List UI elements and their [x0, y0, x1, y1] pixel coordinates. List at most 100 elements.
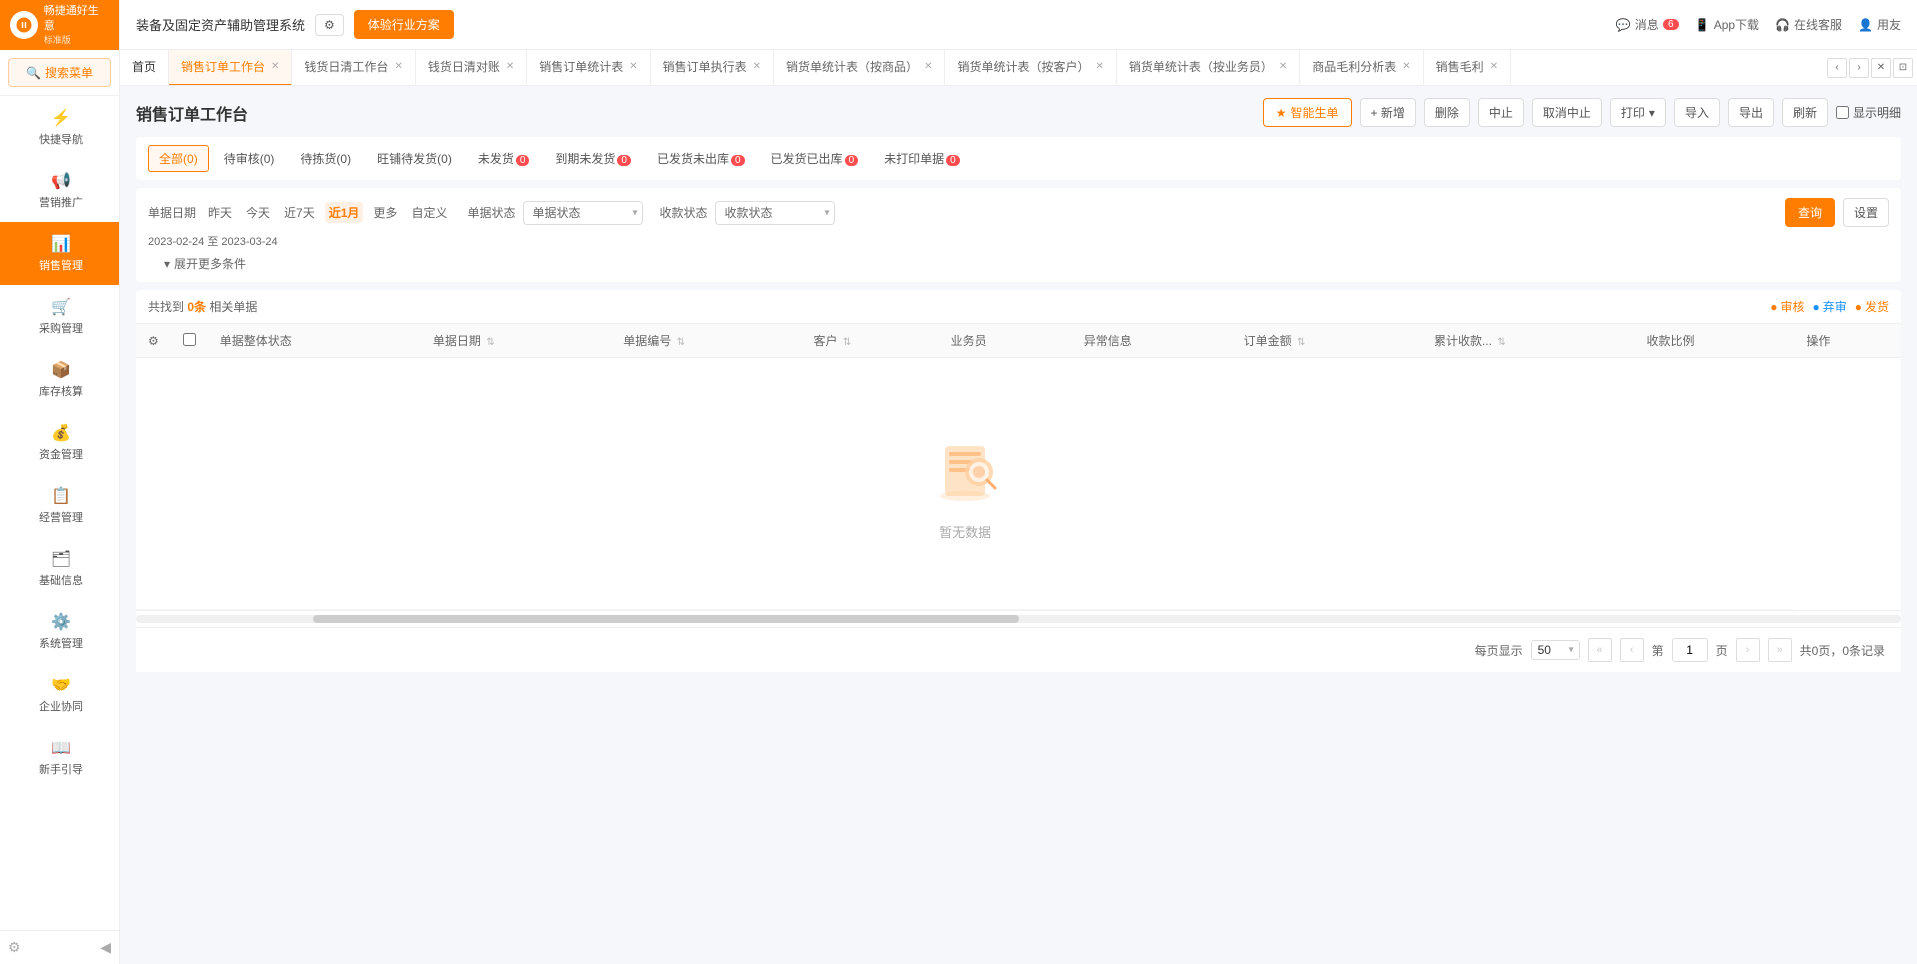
date-today[interactable]: 今天 [242, 202, 274, 223]
filter-tab-shipped-not-out[interactable]: 已发货未出库0 [646, 145, 756, 172]
settings-button[interactable]: ⚙ [8, 939, 21, 956]
horizontal-scrollbar[interactable] [136, 610, 1901, 627]
sidebar-item-quick-nav[interactable]: ⚡ 快捷导航 [0, 96, 119, 159]
filter-tab-expired-not-shipped[interactable]: 到期未发货0 [544, 145, 642, 172]
filter-tab-not-printed[interactable]: 未打印单据0 [873, 145, 971, 172]
close-sales-stats-product-tab[interactable]: ✕ [924, 62, 932, 72]
tab-cash-reconcile[interactable]: 钱货日清对账 ✕ [416, 50, 527, 86]
smart-create-button[interactable]: ★ 智能生单 [1263, 98, 1352, 127]
th-collected[interactable]: 累计收款... ⇅ [1422, 324, 1635, 358]
tab-expand[interactable]: ⊡ [1893, 58, 1913, 78]
messages-button[interactable]: 💬 消息 6 [1616, 16, 1679, 33]
app-download-button[interactable]: 📱 App下载 [1695, 16, 1759, 33]
tab-sales-exec[interactable]: 销售订单执行表 ✕ [651, 50, 774, 86]
cancel-audit-quick-button[interactable]: ● 弃审 [1812, 298, 1846, 315]
tab-scroll-right[interactable]: › [1849, 58, 1869, 78]
add-button[interactable]: + 新增 [1360, 98, 1416, 127]
close-cash-daily-tab[interactable]: ✕ [394, 62, 402, 72]
tab-sales-stats[interactable]: 销售订单统计表 ✕ [527, 50, 650, 86]
stop-button[interactable]: 中止 [1478, 98, 1524, 127]
date-yesterday[interactable]: 昨天 [204, 202, 236, 223]
select-all-checkbox[interactable] [183, 333, 196, 346]
tab-close-all[interactable]: ✕ [1871, 58, 1891, 78]
th-settings[interactable]: ⚙ [136, 324, 171, 358]
export-button[interactable]: 导出 [1728, 98, 1774, 127]
sidebar-item-sales[interactable]: 📊 销售管理 [0, 222, 119, 285]
close-cash-reconcile-tab[interactable]: ✕ [506, 62, 514, 72]
filter-tab-wangpu[interactable]: 旺铺待发货(0) [366, 145, 463, 172]
filter-tab-pending-inspect[interactable]: 待拣货(0) [289, 145, 362, 172]
search-button[interactable]: 查询 [1785, 198, 1835, 227]
tab-sales-workbench[interactable]: 销售订单工作台 ✕ [169, 50, 292, 86]
close-sales-exec-tab[interactable]: ✕ [753, 62, 761, 72]
last-page-button[interactable]: » [1768, 638, 1792, 662]
th-amount[interactable]: 订单金额 ⇅ [1232, 324, 1422, 358]
date-more[interactable]: 更多 [369, 202, 401, 223]
user-menu-button[interactable]: 👤 用友 [1858, 16, 1901, 33]
close-sales-stats-staff-tab[interactable]: ✕ [1279, 62, 1287, 72]
ship-quick-button[interactable]: ● 发货 [1855, 298, 1889, 315]
sidebar-item-cooperation[interactable]: 🤝 企业协同 [0, 663, 119, 726]
sidebar-item-guide[interactable]: 📖 新手引导 [0, 726, 119, 789]
collapse-sidebar-button[interactable]: ◀ [100, 939, 111, 956]
import-button[interactable]: 导入 [1674, 98, 1720, 127]
audit-quick-button[interactable]: ● 审核 [1770, 298, 1804, 315]
prev-page-button[interactable]: ‹ [1620, 638, 1644, 662]
online-service-button[interactable]: 🎧 在线客服 [1775, 16, 1842, 33]
first-page-button[interactable]: « [1588, 638, 1612, 662]
th-staff[interactable]: 业务员 [939, 324, 1072, 358]
status-select[interactable]: 单据状态 [523, 201, 643, 225]
empty-state: 暂无数据 [148, 366, 1782, 601]
tab-cash-daily[interactable]: 钱货日清工作台 ✕ [292, 50, 415, 86]
page-size-select[interactable]: 50 20 100 [1531, 640, 1580, 660]
next-page-button[interactable]: › [1736, 638, 1760, 662]
page-number-input[interactable] [1672, 638, 1708, 662]
sidebar-item-marketing[interactable]: 📢 营销推广 [0, 159, 119, 222]
date-1month[interactable]: 近1月 [325, 202, 364, 223]
th-number[interactable]: 单据编号 ⇅ [611, 324, 801, 358]
reset-button[interactable]: 设置 [1843, 198, 1889, 227]
show-detail-input[interactable] [1836, 106, 1849, 119]
filter-tab-shipped-out[interactable]: 已发货已出库0 [760, 145, 870, 172]
th-date[interactable]: 单据日期 ⇅ [421, 324, 611, 358]
close-sales-stats-tab[interactable]: ✕ [629, 62, 637, 72]
sort-date-icon: ⇅ [486, 337, 494, 348]
tab-sales-stats-product[interactable]: 销货单统计表（按商品） ✕ [774, 50, 945, 86]
sort-collected-icon: ⇅ [1497, 337, 1505, 348]
filter-tab-pending-audit[interactable]: 待审核(0) [213, 145, 286, 172]
filter-tab-all[interactable]: 全部(0) [148, 145, 209, 172]
sidebar-item-basic-info[interactable]: 🗂 基础信息 [0, 537, 119, 600]
refresh-button[interactable]: 刷新 [1782, 98, 1828, 127]
tab-scroll-left[interactable]: ‹ [1827, 58, 1847, 78]
close-sales-gross-tab[interactable]: ✕ [1490, 62, 1498, 72]
cancel-stop-button[interactable]: 取消中止 [1532, 98, 1602, 127]
payment-select[interactable]: 收款状态 [715, 201, 835, 225]
tab-sales-stats-customer[interactable]: 销货单统计表（按客户） ✕ [945, 50, 1116, 86]
sidebar-item-system[interactable]: ⚙️ 系统管理 [0, 600, 119, 663]
th-checkbox[interactable] [171, 324, 208, 358]
sidebar-item-purchase[interactable]: 🛒 采购管理 [0, 285, 119, 348]
search-menu-button[interactable]: 🔍 搜索菜单 [8, 58, 111, 87]
system-settings-button[interactable]: ⚙ [315, 14, 344, 36]
expand-conditions-button[interactable]: ▾ 展开更多条件 [164, 255, 1889, 272]
th-customer[interactable]: 客户 ⇅ [802, 324, 939, 358]
sidebar-item-inventory[interactable]: 📦 库存核算 [0, 348, 119, 411]
tab-home[interactable]: 首页 [120, 50, 169, 86]
filter-tab-not-shipped[interactable]: 未发货0 [467, 145, 541, 172]
sidebar-item-operations[interactable]: 📋 经营管理 [0, 474, 119, 537]
date-custom[interactable]: 自定义 [407, 202, 451, 223]
sidebar-item-finance[interactable]: 💰 资金管理 [0, 411, 119, 474]
tab-sales-stats-staff[interactable]: 销货单统计表（按业务员） ✕ [1117, 50, 1300, 86]
close-sales-workbench-tab[interactable]: ✕ [271, 62, 279, 72]
total-records: 共0页，0条记录 [1800, 642, 1885, 659]
print-button[interactable]: 打印 ▾ [1610, 98, 1666, 127]
tab-gross-profit[interactable]: 商品毛利分析表 ✕ [1300, 50, 1423, 86]
industry-solution-button[interactable]: 体验行业方案 [354, 10, 454, 39]
operations-icon: 📋 [51, 486, 71, 506]
close-gross-profit-tab[interactable]: ✕ [1402, 62, 1410, 72]
show-detail-checkbox[interactable]: 显示明细 [1836, 104, 1901, 121]
date-7days[interactable]: 近7天 [280, 202, 319, 223]
close-sales-stats-customer-tab[interactable]: ✕ [1095, 62, 1103, 72]
delete-button[interactable]: 删除 [1424, 98, 1470, 127]
tab-sales-gross[interactable]: 销售毛利 ✕ [1424, 50, 1511, 86]
